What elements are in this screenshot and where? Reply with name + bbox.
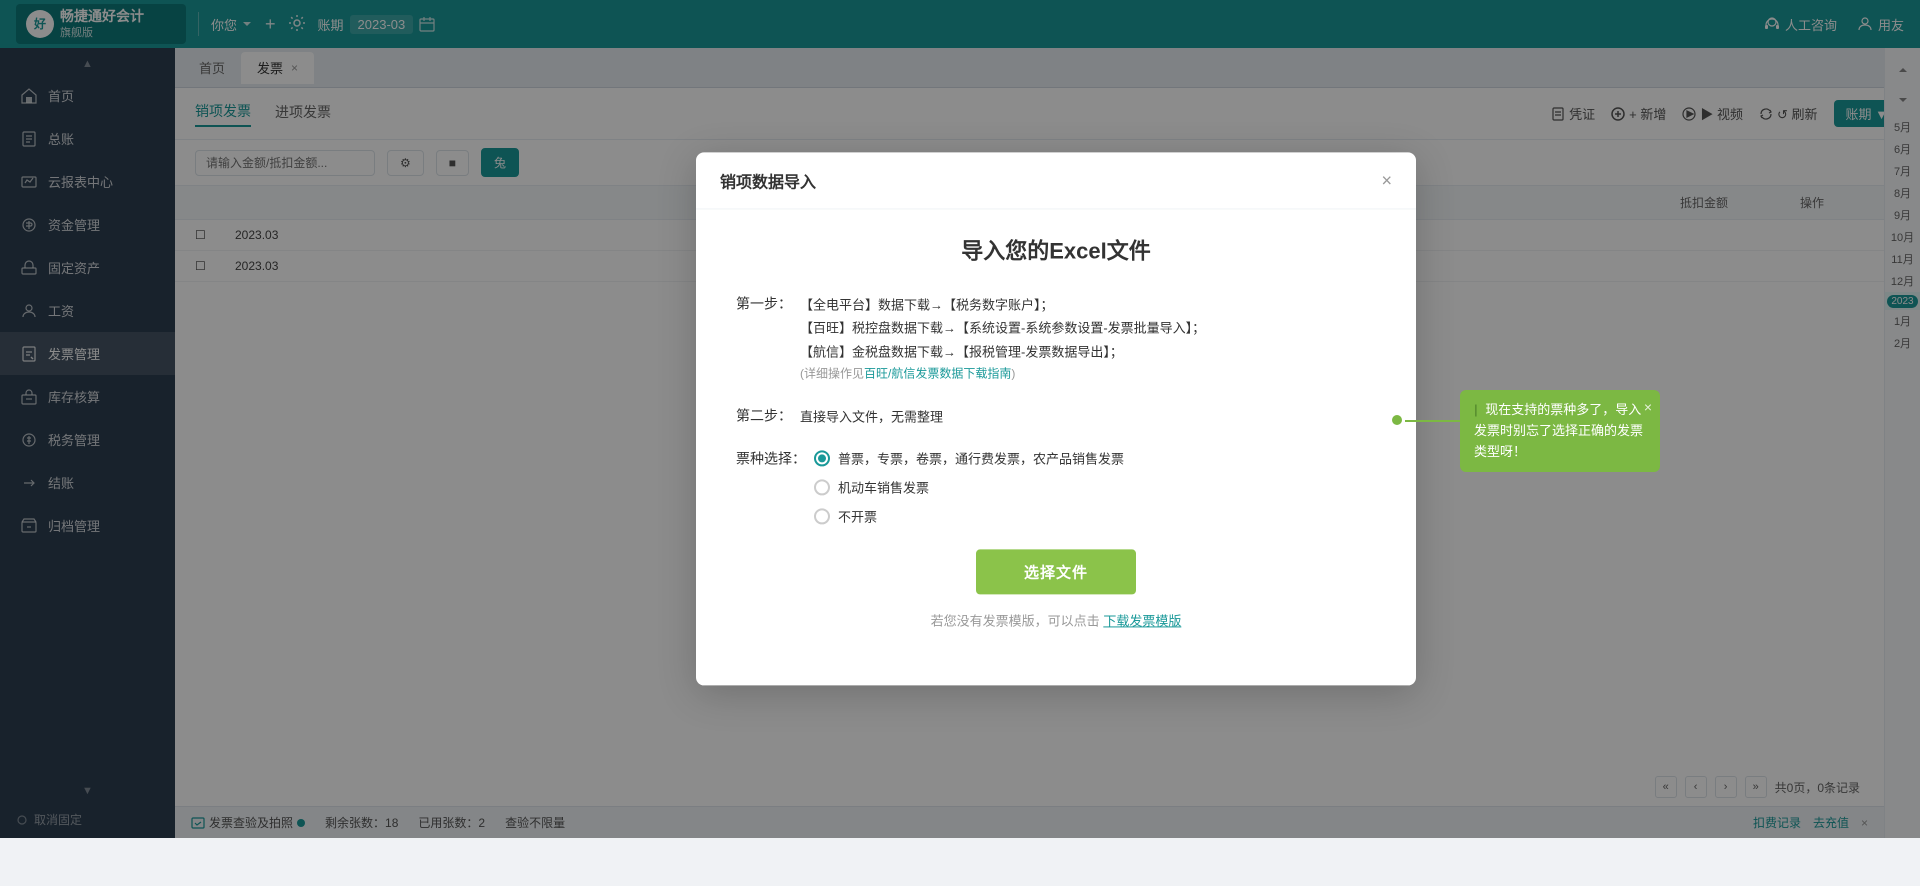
radio-none[interactable] [814, 508, 830, 524]
step1-note: (详细操作见百旺/航信发票数据下载指南) [800, 364, 1205, 386]
tooltip-bubble: × 现在支持的票种多了，导入发票时别忘了选择正确的发票类型呀！ [1460, 390, 1660, 472]
tooltip-close-btn[interactable]: × [1644, 396, 1652, 418]
ticket-select-label: 票种选择： [736, 449, 806, 469]
footer-note-text: 若您没有发票模版，可以点击 [931, 614, 1100, 629]
step1-label: 第一步： [736, 293, 792, 313]
ticket-motor-label: 机动车销售发票 [838, 478, 929, 497]
step1-line3: 【航信】金税盘数据下载→【报税管理-发票数据导出】； [800, 340, 1205, 363]
step2-content: 直接导入文件，无需整理 [800, 405, 943, 428]
ticket-none-label: 不开票 [838, 507, 877, 526]
modal-header: 销项数据导入 × [696, 152, 1416, 209]
ticket-options: 普票，专票，卷票，通行费发票，农产品销售发票 机动车销售发票 不开票 [814, 449, 1124, 526]
tooltip-anchor-dot [1392, 415, 1402, 425]
step1-link[interactable]: 百旺/航信发票数据下载指南 [864, 367, 1011, 381]
import-modal: 销项数据导入 × 导入您的Excel文件 第一步： 【全电平台】数据下载→【税务… [696, 152, 1416, 685]
radio-dot-normal [818, 454, 826, 462]
tooltip-connector-line [1405, 420, 1465, 422]
ticket-option-normal[interactable]: 普票，专票，卷票，通行费发票，农产品销售发票 [814, 449, 1124, 468]
modal-title: 销项数据导入 [720, 168, 816, 192]
ticket-normal-label: 普票，专票，卷票，通行费发票，农产品销售发票 [838, 449, 1124, 468]
step1-content: 【全电平台】数据下载→【税务数字账户】； 【百旺】税控盘数据下载→【系统设置-系… [800, 293, 1205, 385]
select-file-btn[interactable]: 选择文件 [976, 550, 1136, 595]
modal-body: 导入您的Excel文件 第一步： 【全电平台】数据下载→【税务数字账户】； 【百… [696, 209, 1416, 653]
ticket-option-motor[interactable]: 机动车销售发票 [814, 478, 1124, 497]
step1-line1: 【全电平台】数据下载→【税务数字账户】； [800, 293, 1205, 316]
step2-label: 第二步： [736, 405, 792, 425]
step2-row: 第二步： 直接导入文件，无需整理 [736, 405, 1376, 428]
ticket-select-row: 票种选择： 普票，专票，卷票，通行费发票，农产品销售发票 机动车销售发票 不开票 [736, 449, 1376, 526]
step1-line2: 【百旺】税控盘数据下载→【系统设置-系统参数设置-发票批量导入】； [800, 317, 1205, 340]
tooltip-text: 现在支持的票种多了，导入发票时别忘了选择正确的发票类型呀！ [1474, 402, 1643, 459]
modal-close-btn[interactable]: × [1381, 170, 1392, 191]
ticket-option-none[interactable]: 不开票 [814, 507, 1124, 526]
step1-row: 第一步： 【全电平台】数据下载→【税务数字账户】； 【百旺】税控盘数据下载→【系… [736, 293, 1376, 385]
download-template-link[interactable]: 下载发票模版 [1103, 614, 1181, 629]
modal-main-title: 导入您的Excel文件 [736, 233, 1376, 265]
modal-footer-note: 若您没有发票模版，可以点击 下载发票模版 [736, 611, 1376, 630]
radio-motor[interactable] [814, 479, 830, 495]
radio-normal[interactable] [814, 450, 830, 466]
